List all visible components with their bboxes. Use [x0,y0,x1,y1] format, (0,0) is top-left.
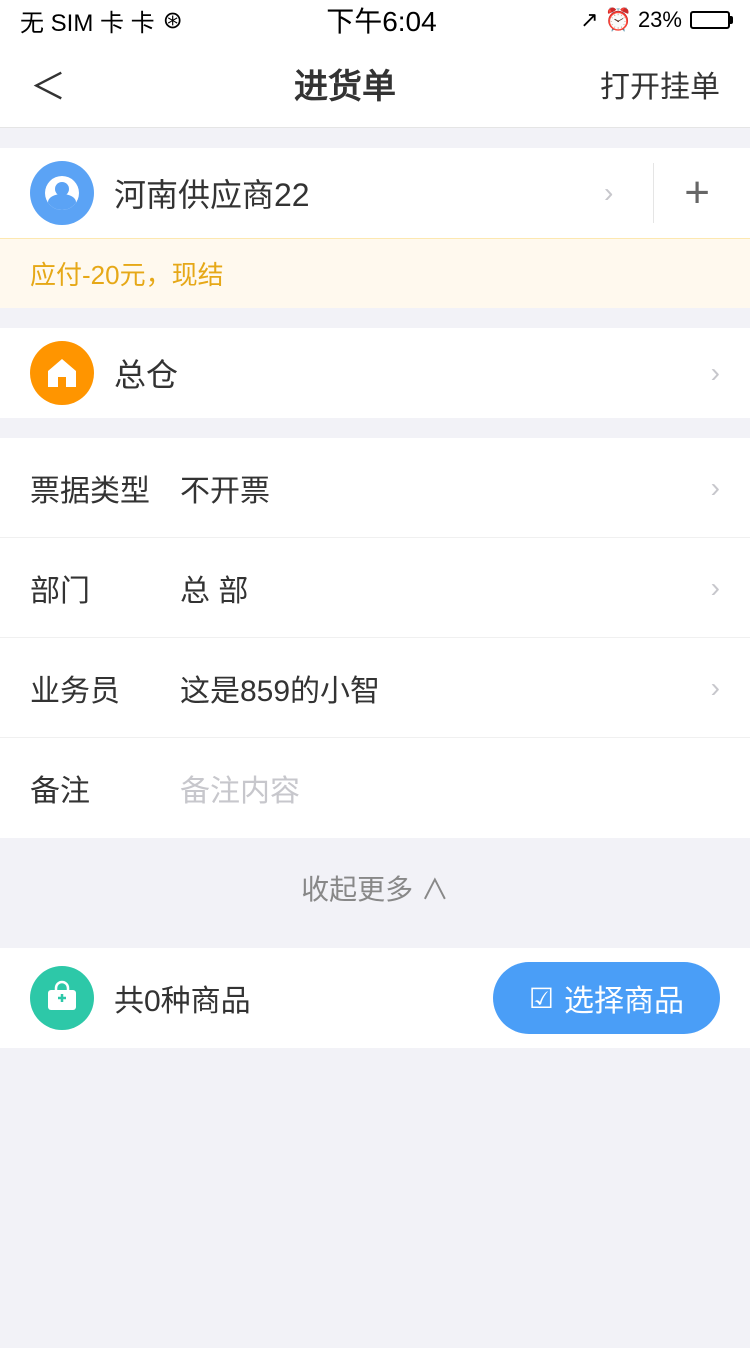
remark-row[interactable]: 备注 备注内容 [0,738,750,838]
salesperson-value: 这是859的小智 [180,666,701,710]
invoice-type-row[interactable]: 票据类型 不开票 › [0,438,750,538]
remark-placeholder[interactable]: 备注内容 [180,766,720,810]
supplier-avatar [30,161,94,225]
sim-label: 无 SIM 卡 卡 [20,3,155,38]
product-icon [44,980,80,1016]
back-button[interactable]: ＜ [30,58,90,110]
warehouse-chevron-icon: › [711,357,720,389]
battery-bar [690,11,730,29]
invoice-type-label: 票据类型 [30,466,160,510]
department-label: 部门 [30,566,160,610]
salesperson-chevron-icon: › [711,672,720,704]
collapse-bar[interactable]: 收起更多 ∧ [0,848,750,928]
open-pending-button[interactable]: 打开挂单 [600,62,720,106]
product-icon-wrap [30,966,94,1030]
invoice-type-value: 不开票 [180,466,701,510]
supplier-row[interactable]: 河南供应商22 › + [0,148,750,238]
supplier-card: 河南供应商22 › + 应付-20元，现结 [0,148,750,308]
wifi-icon: ⊛ [163,6,183,35]
warehouse-icon [44,355,80,391]
warehouse-name: 总仓 [114,350,701,396]
bottom-bar: 共0种商品 ☑ 选择商品 [0,948,750,1048]
supplier-chevron-icon: › [604,177,613,209]
select-product-icon: ☑ [529,982,554,1015]
notice-bar: 应付-20元，现结 [0,238,750,308]
department-chevron-icon: › [711,572,720,604]
product-count-text: 共0种商品 [114,976,251,1020]
supplier-name: 河南供应商22 [114,170,604,216]
status-left: 无 SIM 卡 卡 ⊛ [20,3,183,38]
page-background [0,1048,750,1348]
location-icon: ↗ [580,7,598,33]
warehouse-icon-wrap [30,341,94,405]
add-supplier-button[interactable]: + [674,168,720,218]
department-value: 总 部 [180,566,701,610]
form-section: 票据类型 不开票 › 部门 总 部 › 业务员 这是859的小智 › 备注 备注… [0,438,750,838]
avatar-person-icon [45,176,79,210]
nav-bar: ＜ 进货单 打开挂单 [0,40,750,128]
salesperson-row[interactable]: 业务员 这是859的小智 › [0,638,750,738]
select-product-button[interactable]: ☑ 选择商品 [493,962,720,1034]
collapse-text: 收起更多 ∧ [301,868,449,908]
invoice-type-chevron-icon: › [711,472,720,504]
status-right: ↗ ⏰ 23% [580,7,730,33]
status-time: 下午6:04 [326,0,437,40]
alarm-icon: ⏰ [605,7,632,33]
divider [653,163,654,223]
salesperson-label: 业务员 [30,666,160,710]
gap-1 [0,128,750,148]
select-product-label: 选择商品 [564,976,684,1020]
battery-label: 23% [638,7,682,33]
notice-text: 应付-20元，现结 [30,260,224,290]
department-row[interactable]: 部门 总 部 › [0,538,750,638]
status-bar: 无 SIM 卡 卡 ⊛ 下午6:04 ↗ ⏰ 23% [0,0,750,40]
warehouse-row[interactable]: 总仓 › [0,328,750,418]
product-count-area: 共0种商品 [30,966,493,1030]
remark-label: 备注 [30,766,160,810]
page-title: 进货单 [294,59,396,108]
